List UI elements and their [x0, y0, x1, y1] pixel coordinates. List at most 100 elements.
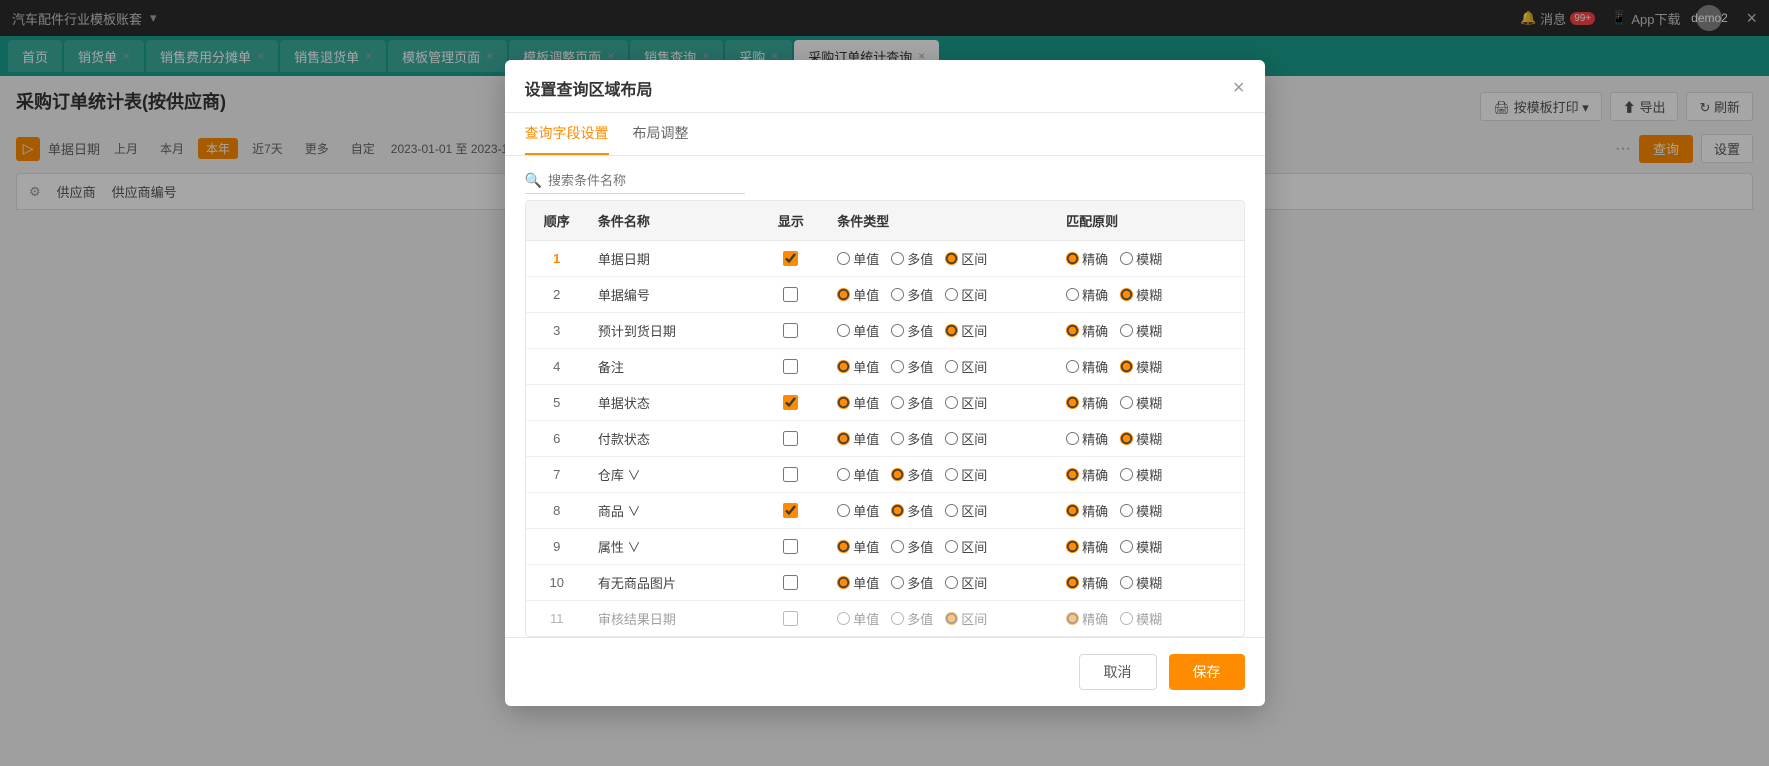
show-checkbox[interactable] [783, 359, 798, 374]
type-radio-多值[interactable] [891, 288, 904, 301]
match-radio-精确[interactable] [1066, 396, 1079, 409]
table-row: 9属性 ∨单值多值区间精确模糊 [526, 529, 1244, 565]
type-radio-区间[interactable] [945, 252, 958, 265]
cell-show [754, 421, 827, 457]
type-radio-区间[interactable] [945, 324, 958, 337]
type-radio-多值[interactable] [891, 576, 904, 589]
type-radio-多值[interactable] [891, 504, 904, 517]
type-radio-单值[interactable] [837, 288, 850, 301]
match-radio-精确[interactable] [1066, 468, 1079, 481]
cell-match: 精确模糊 [1056, 313, 1243, 349]
dialog-tab-layout[interactable]: 布局调整 [633, 123, 689, 155]
cell-match: 精确模糊 [1056, 601, 1243, 637]
show-checkbox[interactable] [783, 611, 798, 626]
type-radio-单值[interactable] [837, 432, 850, 445]
match-radio-精确[interactable] [1066, 540, 1079, 553]
match-radio-精确[interactable] [1066, 432, 1079, 445]
show-checkbox[interactable] [783, 503, 798, 518]
match-radio-模糊[interactable] [1120, 576, 1133, 589]
match-radio-模糊[interactable] [1120, 288, 1133, 301]
match-radio-精确[interactable] [1066, 288, 1079, 301]
type-radio-单值[interactable] [837, 252, 850, 265]
type-radio-区间[interactable] [945, 468, 958, 481]
type-radio-单值[interactable] [837, 612, 850, 625]
match-radio-模糊[interactable] [1120, 540, 1133, 553]
dialog-tabs: 查询字段设置 布局调整 [505, 113, 1265, 156]
dialog-tab-query-fields[interactable]: 查询字段设置 [525, 123, 609, 155]
match-radio-精确[interactable] [1066, 504, 1079, 517]
cell-condition-name: 预计到货日期 [588, 313, 754, 349]
type-radio-区间[interactable] [945, 612, 958, 625]
type-radio-多值[interactable] [891, 612, 904, 625]
type-radio-多值[interactable] [891, 540, 904, 553]
dialog-header: 设置查询区域布局 × [505, 60, 1265, 113]
search-box: 🔍 [525, 168, 745, 194]
type-radio-区间[interactable] [945, 360, 958, 373]
cancel-btn[interactable]: 取消 [1079, 654, 1157, 690]
match-radio-精确[interactable] [1066, 252, 1079, 265]
match-radio-精确[interactable] [1066, 612, 1079, 625]
type-radio-多值[interactable] [891, 324, 904, 337]
match-radio-精确[interactable] [1066, 324, 1079, 337]
show-checkbox[interactable] [783, 395, 798, 410]
table-row: 5单据状态单值多值区间精确模糊 [526, 385, 1244, 421]
type-radio-区间[interactable] [945, 540, 958, 553]
type-radio-单值[interactable] [837, 576, 850, 589]
cell-show [754, 313, 827, 349]
type-radio-区间[interactable] [945, 396, 958, 409]
table-row: 4备注单值多值区间精确模糊 [526, 349, 1244, 385]
type-radio-区间[interactable] [945, 288, 958, 301]
show-checkbox[interactable] [783, 467, 798, 482]
type-radio-区间[interactable] [945, 432, 958, 445]
type-radio-多值[interactable] [891, 432, 904, 445]
match-radio-精确[interactable] [1066, 576, 1079, 589]
type-radio-多值[interactable] [891, 360, 904, 373]
show-checkbox[interactable] [783, 323, 798, 338]
type-radio-单值[interactable] [837, 396, 850, 409]
type-radio-多值[interactable] [891, 252, 904, 265]
col-header-name: 条件名称 [588, 201, 754, 241]
type-radio-区间[interactable] [945, 504, 958, 517]
match-radio-模糊[interactable] [1120, 252, 1133, 265]
table-row: 10有无商品图片单值多值区间精确模糊 [526, 565, 1244, 601]
type-radio-单值[interactable] [837, 540, 850, 553]
col-header-show: 显示 [754, 201, 827, 241]
dialog-overlay: 设置查询区域布局 × 查询字段设置 布局调整 🔍 顺序 条件名称 显示 [0, 0, 1769, 766]
match-radio-模糊[interactable] [1120, 324, 1133, 337]
match-radio-精确[interactable] [1066, 360, 1079, 373]
show-checkbox[interactable] [783, 287, 798, 302]
match-radio-模糊[interactable] [1120, 612, 1133, 625]
save-btn[interactable]: 保存 [1169, 654, 1245, 690]
match-radio-模糊[interactable] [1120, 360, 1133, 373]
match-radio-模糊[interactable] [1120, 396, 1133, 409]
type-radio-单值[interactable] [837, 360, 850, 373]
cell-order: 2 [526, 277, 588, 313]
type-radio-区间[interactable] [945, 576, 958, 589]
search-icon: 🔍 [525, 172, 542, 189]
settings-dialog: 设置查询区域布局 × 查询字段设置 布局调整 🔍 顺序 条件名称 显示 [505, 60, 1265, 706]
cell-show [754, 529, 827, 565]
match-radio-模糊[interactable] [1120, 432, 1133, 445]
cell-condition-name: 付款状态 [588, 421, 754, 457]
show-checkbox[interactable] [783, 539, 798, 554]
show-checkbox[interactable] [783, 431, 798, 446]
col-header-match: 匹配原则 [1056, 201, 1243, 241]
type-radio-多值[interactable] [891, 468, 904, 481]
cell-match: 精确模糊 [1056, 493, 1243, 529]
type-radio-多值[interactable] [891, 396, 904, 409]
type-radio-单值[interactable] [837, 324, 850, 337]
cell-type: 单值多值区间 [827, 493, 1056, 529]
cell-type: 单值多值区间 [827, 385, 1056, 421]
search-input[interactable] [548, 173, 728, 188]
cell-condition-name: 属性 ∨ [588, 529, 754, 565]
cell-order: 10 [526, 565, 588, 601]
show-checkbox[interactable] [783, 575, 798, 590]
dialog-close-btn[interactable]: × [1233, 78, 1245, 98]
type-radio-单值[interactable] [837, 468, 850, 481]
cell-order: 8 [526, 493, 588, 529]
type-radio-单值[interactable] [837, 504, 850, 517]
match-radio-模糊[interactable] [1120, 504, 1133, 517]
show-checkbox[interactable] [783, 251, 798, 266]
table-row: 11审核结果日期单值多值区间精确模糊 [526, 601, 1244, 637]
match-radio-模糊[interactable] [1120, 468, 1133, 481]
